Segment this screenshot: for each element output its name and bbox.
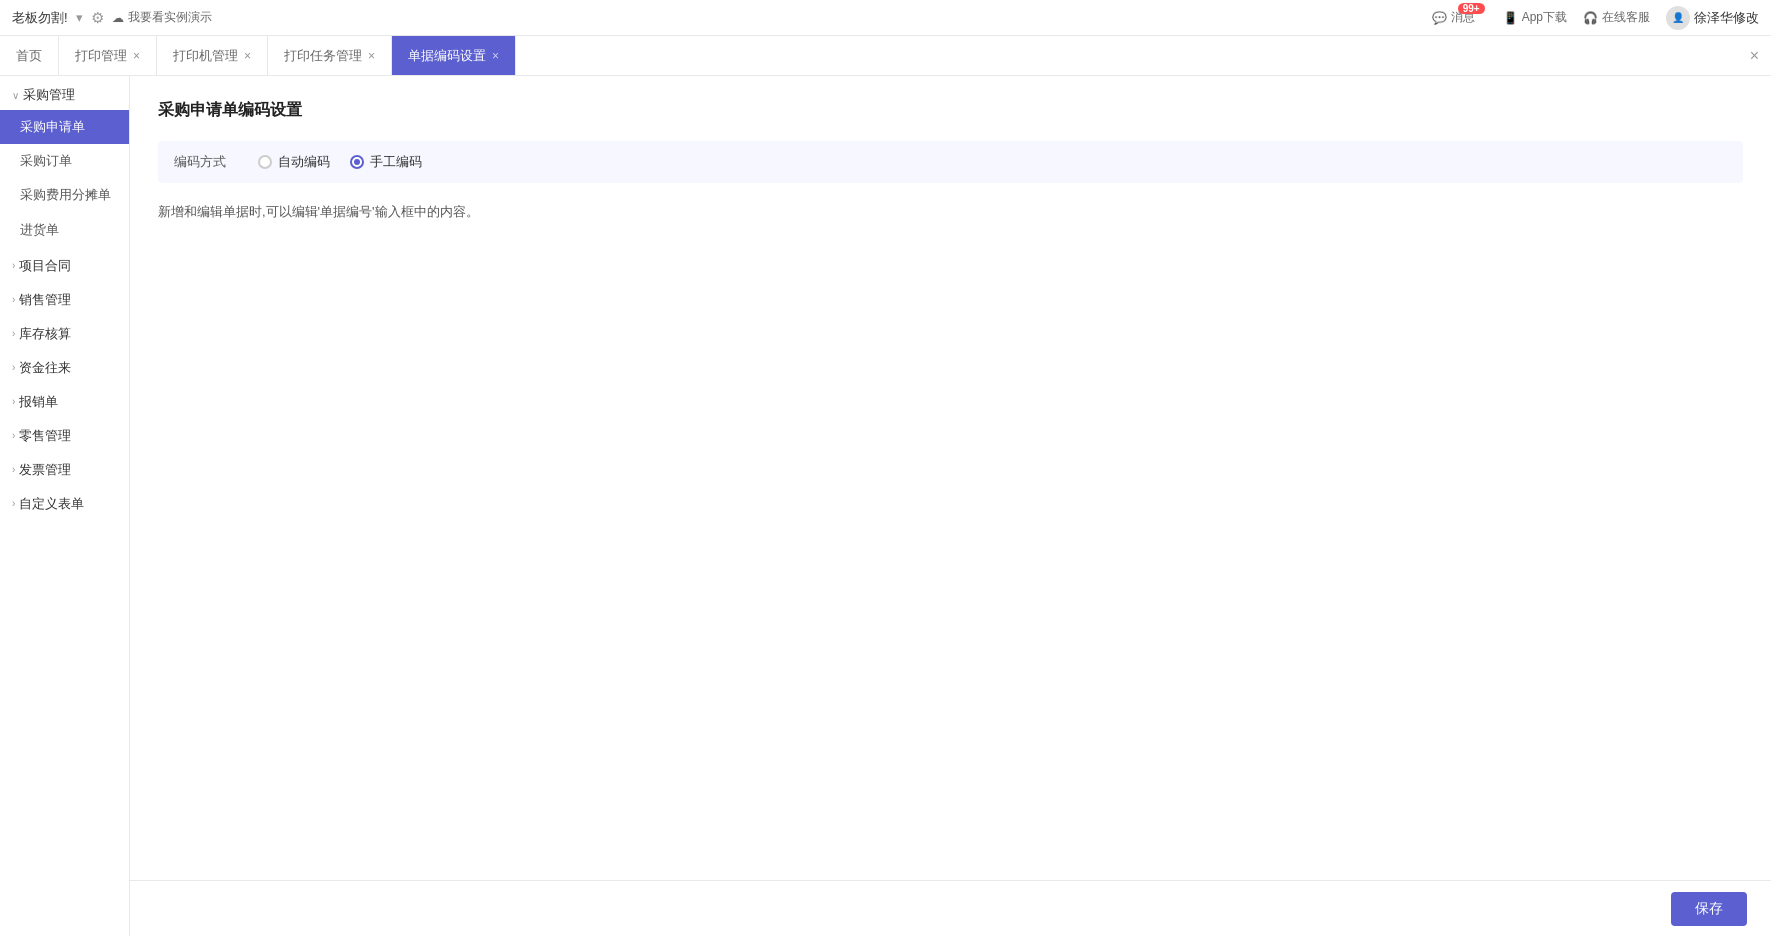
sidebar: ∨ 采购管理 采购申请单 采购订单 采购费用分摊单 进货单 › 项目合同: [0, 76, 130, 936]
tab-printer-management-label: 打印机管理: [173, 47, 238, 65]
tab-bar-close-all[interactable]: ×: [1738, 47, 1771, 65]
sidebar-group-sales: › 销售管理: [0, 281, 129, 315]
sidebar-group-retail-title[interactable]: › 零售管理: [0, 417, 129, 451]
sidebar-group-invoice-title[interactable]: › 发票管理: [0, 451, 129, 485]
sidebar-group-contract-label: 项目合同: [19, 257, 71, 275]
sidebar-group-reimbursement-title[interactable]: › 报销单: [0, 383, 129, 417]
sidebar-group-reimbursement: › 报销单: [0, 383, 129, 417]
sidebar-group-retail: › 零售管理: [0, 417, 129, 451]
sidebar-group-reimbursement-label: 报销单: [19, 393, 58, 411]
radio-auto-label: 自动编码: [278, 153, 330, 171]
sidebar-group-invoice-label: 发票管理: [19, 461, 71, 479]
tab-print-management-label: 打印管理: [75, 47, 127, 65]
save-button[interactable]: 保存: [1671, 892, 1747, 926]
sidebar-item-purchase-request-label: 采购申请单: [20, 119, 85, 134]
service-label: 在线客服: [1602, 9, 1650, 26]
content-area: 采购申请单编码设置 编码方式 自动编码 手工编码 新增和编辑单据时,可以编辑'单…: [130, 76, 1771, 936]
sidebar-group-custom-form-label: 自定义表单: [19, 495, 84, 513]
sidebar-group-custom-form-title[interactable]: › 自定义表单: [0, 485, 129, 519]
radio-manual-label: 手工编码: [370, 153, 422, 171]
sidebar-group-inventory: › 库存核算: [0, 315, 129, 349]
tab-print-task-close[interactable]: ×: [368, 49, 375, 63]
page-title: 采购申请单编码设置: [158, 100, 1743, 121]
sidebar-item-purchase-request[interactable]: 采购申请单: [0, 110, 129, 144]
cloud-text: 我要看实例演示: [128, 9, 212, 26]
settings-icon[interactable]: ⚙: [91, 9, 104, 27]
sidebar-group-purchase: ∨ 采购管理 采购申请单 采购订单 采购费用分摊单 进货单: [0, 76, 129, 247]
top-bar-left: 老板勿割! ▾ ⚙ ☁ 我要看实例演示: [12, 9, 212, 27]
content-body: 采购申请单编码设置 编码方式 自动编码 手工编码 新增和编辑单据时,可以编辑'单…: [130, 76, 1771, 880]
radio-manual-circle: [350, 155, 364, 169]
dropdown-icon[interactable]: ▾: [76, 10, 83, 25]
sidebar-group-invoice-arrow: ›: [12, 464, 15, 475]
tab-print-task-label: 打印任务管理: [284, 47, 362, 65]
sidebar-group-custom-form: › 自定义表单: [0, 485, 129, 519]
radio-auto-code[interactable]: 自动编码: [258, 153, 330, 171]
cloud-icon: ☁: [112, 11, 124, 25]
sidebar-group-funds: › 资金往来: [0, 349, 129, 383]
service-icon: 🎧: [1583, 11, 1598, 25]
sidebar-item-purchase-order-label: 采购订单: [20, 153, 72, 168]
tab-code-setting[interactable]: 单据编码设置 ×: [392, 36, 516, 75]
online-service-button[interactable]: 🎧 在线客服: [1583, 9, 1650, 26]
sidebar-group-inventory-label: 库存核算: [19, 325, 71, 343]
tab-print-management[interactable]: 打印管理 ×: [59, 36, 157, 75]
cloud-demo[interactable]: ☁ 我要看实例演示: [112, 9, 212, 26]
radio-group: 自动编码 手工编码: [258, 153, 422, 171]
top-bar: 老板勿割! ▾ ⚙ ☁ 我要看实例演示 💬 消息 99+ 📱 App下载 🎧 在…: [0, 0, 1771, 36]
tab-print-management-close[interactable]: ×: [133, 49, 140, 63]
sidebar-item-purchase-order[interactable]: 采购订单: [0, 144, 129, 178]
avatar: 👤: [1666, 6, 1690, 30]
coding-mode-section: 编码方式 自动编码 手工编码: [158, 141, 1743, 183]
sidebar-group-purchase-title[interactable]: ∨ 采购管理: [0, 76, 129, 110]
hint-text: 新增和编辑单据时,可以编辑'单据编号'输入框中的内容。: [158, 203, 1743, 221]
message-button[interactable]: 💬 消息 99+: [1432, 9, 1475, 26]
sidebar-group-contract: › 项目合同: [0, 247, 129, 281]
sidebar-group-custom-form-arrow: ›: [12, 498, 15, 509]
sidebar-group-reimbursement-arrow: ›: [12, 396, 15, 407]
sidebar-item-stock-in[interactable]: 进货单: [0, 213, 129, 247]
tab-code-setting-label: 单据编码设置: [408, 47, 486, 65]
sidebar-group-funds-arrow: ›: [12, 362, 15, 373]
sidebar-group-funds-label: 资金往来: [19, 359, 71, 377]
message-icon: 💬: [1432, 11, 1447, 25]
app-label: App下载: [1522, 9, 1567, 26]
main-layout: ∨ 采购管理 采购申请单 采购订单 采购费用分摊单 进货单 › 项目合同: [0, 76, 1771, 936]
message-badge: 99+: [1458, 3, 1485, 14]
sidebar-group-retail-arrow: ›: [12, 430, 15, 441]
tab-code-setting-close[interactable]: ×: [492, 49, 499, 63]
radio-manual-code[interactable]: 手工编码: [350, 153, 422, 171]
sidebar-group-sales-label: 销售管理: [19, 291, 71, 309]
user-name: 徐泽华修改: [1694, 9, 1759, 27]
sidebar-group-inventory-arrow: ›: [12, 328, 15, 339]
top-bar-right: 💬 消息 99+ 📱 App下载 🎧 在线客服 👤 徐泽华修改: [1432, 6, 1759, 30]
tab-printer-management-close[interactable]: ×: [244, 49, 251, 63]
sidebar-group-funds-title[interactable]: › 资金往来: [0, 349, 129, 383]
sidebar-group-purchase-arrow: ∨: [12, 90, 19, 101]
brand-title: 老板勿割!: [12, 9, 68, 27]
tab-print-task[interactable]: 打印任务管理 ×: [268, 36, 392, 75]
radio-auto-circle: [258, 155, 272, 169]
sidebar-group-inventory-title[interactable]: › 库存核算: [0, 315, 129, 349]
tab-home[interactable]: 首页: [0, 36, 59, 75]
sidebar-item-purchase-expense-label: 采购费用分摊单: [20, 187, 111, 202]
coding-label: 编码方式: [174, 153, 226, 171]
sidebar-group-contract-title[interactable]: › 项目合同: [0, 247, 129, 281]
content-footer: 保存: [130, 880, 1771, 936]
sidebar-group-contract-arrow: ›: [12, 260, 15, 271]
app-icon: 📱: [1503, 11, 1518, 25]
app-download-button[interactable]: 📱 App下载: [1503, 9, 1567, 26]
user-info[interactable]: 👤 徐泽华修改: [1666, 6, 1759, 30]
sidebar-item-stock-in-label: 进货单: [20, 222, 59, 237]
sidebar-item-purchase-expense[interactable]: 采购费用分摊单: [0, 178, 129, 212]
sidebar-group-sales-title[interactable]: › 销售管理: [0, 281, 129, 315]
tab-bar: 首页 打印管理 × 打印机管理 × 打印任务管理 × 单据编码设置 × ×: [0, 36, 1771, 76]
tab-home-label: 首页: [16, 47, 42, 65]
sidebar-group-retail-label: 零售管理: [19, 427, 71, 445]
sidebar-group-invoice: › 发票管理: [0, 451, 129, 485]
tab-printer-management[interactable]: 打印机管理 ×: [157, 36, 268, 75]
sidebar-group-sales-arrow: ›: [12, 294, 15, 305]
sidebar-group-purchase-label: 采购管理: [23, 86, 75, 104]
